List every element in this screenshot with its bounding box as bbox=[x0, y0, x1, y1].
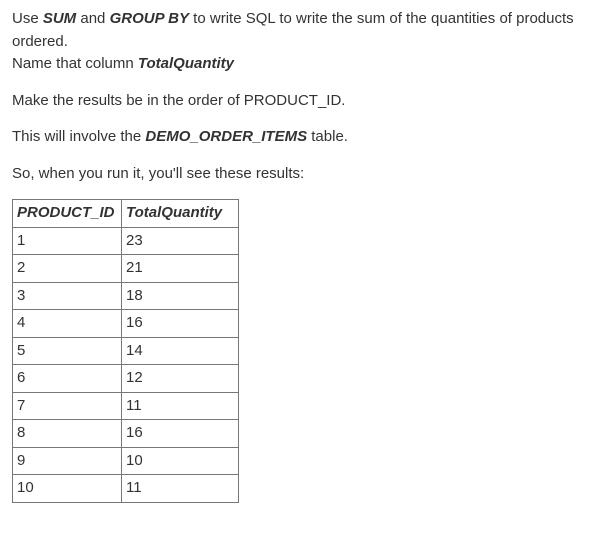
cell-product-id: 4 bbox=[13, 310, 122, 338]
text: table. bbox=[307, 128, 348, 145]
cell-total-quantity: 16 bbox=[122, 310, 239, 338]
groupby-keyword: GROUP BY bbox=[110, 10, 189, 27]
text: Name that column bbox=[12, 55, 138, 72]
table-row: 416 bbox=[13, 310, 239, 338]
instruction-paragraph-4: So, when you run it, you'll see these re… bbox=[12, 163, 604, 186]
cell-total-quantity: 10 bbox=[122, 447, 239, 475]
table-row: 612 bbox=[13, 365, 239, 393]
cell-total-quantity: 14 bbox=[122, 337, 239, 365]
cell-product-id: 5 bbox=[13, 337, 122, 365]
table-row: 123 bbox=[13, 227, 239, 255]
cell-total-quantity: 18 bbox=[122, 282, 239, 310]
text: This will involve the bbox=[12, 128, 145, 145]
cell-product-id: 8 bbox=[13, 420, 122, 448]
instruction-paragraph-1: Use SUM and GROUP BY to write SQL to wri… bbox=[12, 8, 604, 76]
cell-total-quantity: 23 bbox=[122, 227, 239, 255]
totalquantity-keyword: TotalQuantity bbox=[138, 55, 234, 72]
results-table: PRODUCT_ID TotalQuantity 123221318416514… bbox=[12, 199, 239, 503]
table-row: 318 bbox=[13, 282, 239, 310]
cell-product-id: 3 bbox=[13, 282, 122, 310]
column-header-product-id: PRODUCT_ID bbox=[13, 200, 122, 228]
instruction-paragraph-2: Make the results be in the order of PROD… bbox=[12, 90, 604, 113]
cell-product-id: 1 bbox=[13, 227, 122, 255]
table-row: 711 bbox=[13, 392, 239, 420]
sum-keyword: SUM bbox=[43, 10, 76, 27]
table-row: 1011 bbox=[13, 475, 239, 503]
cell-total-quantity: 21 bbox=[122, 255, 239, 283]
cell-product-id: 2 bbox=[13, 255, 122, 283]
instruction-paragraph-3: This will involve the DEMO_ORDER_ITEMS t… bbox=[12, 126, 604, 149]
cell-total-quantity: 11 bbox=[122, 475, 239, 503]
cell-product-id: 6 bbox=[13, 365, 122, 393]
cell-product-id: 7 bbox=[13, 392, 122, 420]
table-header-row: PRODUCT_ID TotalQuantity bbox=[13, 200, 239, 228]
text: and bbox=[76, 10, 109, 27]
column-header-total-quantity: TotalQuantity bbox=[122, 200, 239, 228]
cell-total-quantity: 12 bbox=[122, 365, 239, 393]
cell-total-quantity: 16 bbox=[122, 420, 239, 448]
table-row: 514 bbox=[13, 337, 239, 365]
table-row: 221 bbox=[13, 255, 239, 283]
table-row: 816 bbox=[13, 420, 239, 448]
cell-product-id: 10 bbox=[13, 475, 122, 503]
tablename-keyword: DEMO_ORDER_ITEMS bbox=[145, 128, 307, 145]
cell-total-quantity: 11 bbox=[122, 392, 239, 420]
text: Use bbox=[12, 10, 43, 27]
table-row: 910 bbox=[13, 447, 239, 475]
cell-product-id: 9 bbox=[13, 447, 122, 475]
